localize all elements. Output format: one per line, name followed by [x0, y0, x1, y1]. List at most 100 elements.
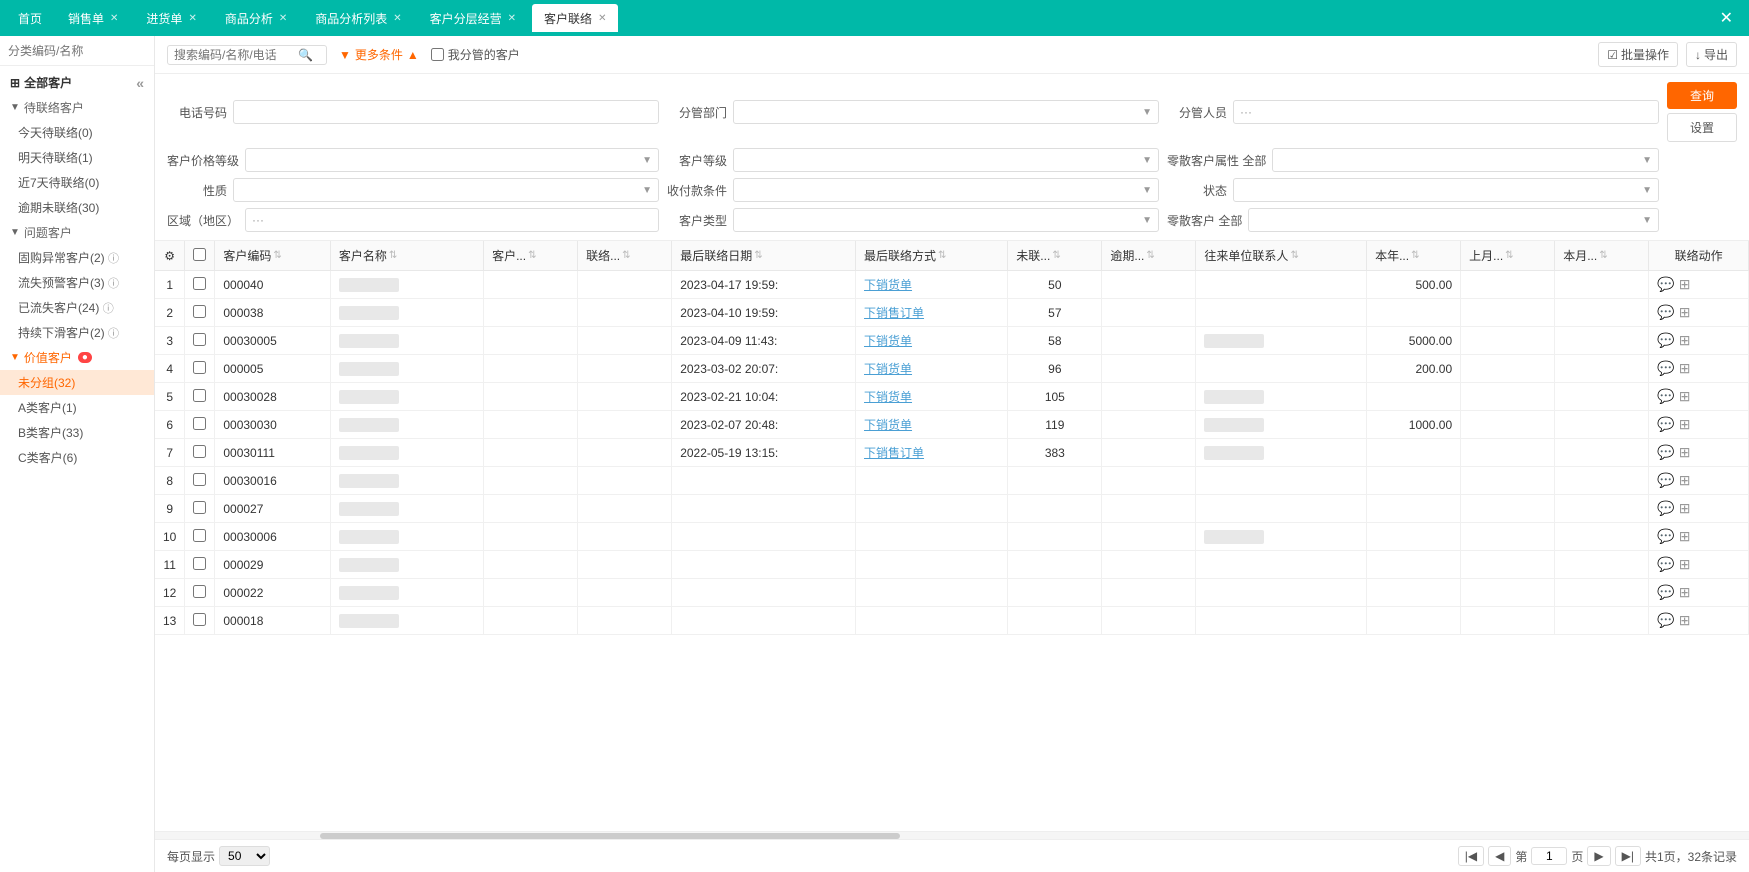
tab-product-analysis[interactable]: 商品分析 ✕ — [213, 4, 299, 32]
select-customer-type[interactable]: ▼ — [733, 208, 1159, 232]
sidebar-item-a-class[interactable]: A类客户(1) — [0, 395, 154, 420]
row-checkbox[interactable] — [185, 411, 215, 439]
row-checkbox[interactable] — [185, 467, 215, 495]
close-customer-segment-tab[interactable]: ✕ — [508, 13, 516, 24]
col-last-way[interactable]: 最后联络方式⇅ — [856, 241, 1008, 271]
close-product-analysis-list-tab[interactable]: ✕ — [393, 13, 401, 24]
col-contact[interactable]: 联络...⇅ — [578, 241, 672, 271]
sidebar-item-ungrouped[interactable]: 未分组(32) — [0, 370, 154, 395]
sidebar-item-7days[interactable]: 近7天待联络(0) — [0, 170, 154, 195]
scrollbar-thumb[interactable] — [320, 833, 900, 839]
all-customers-label[interactable]: 全部客户 — [24, 74, 72, 91]
tab-product-analysis-list[interactable]: 商品分析列表 ✕ — [303, 4, 413, 32]
tab-sales[interactable]: 销售单 ✕ — [56, 4, 130, 32]
select-retail-attr[interactable]: ▼ — [1272, 148, 1659, 172]
close-window-button[interactable]: ✕ — [1712, 8, 1741, 28]
sidebar-item-churned[interactable]: 已流失客户(24) ⓘ — [0, 295, 154, 320]
export-button[interactable]: ↓ 导出 — [1686, 42, 1737, 67]
row-checkbox[interactable] — [185, 495, 215, 523]
grid-action-icon[interactable]: ⊞ — [1679, 528, 1691, 545]
tab-customer-segment[interactable]: 客户分层经营 ✕ — [418, 4, 528, 32]
sidebar-item-declining[interactable]: 持续下滑客户(2) ⓘ — [0, 320, 154, 345]
grid-action-icon[interactable]: ⊞ — [1679, 304, 1691, 321]
sidebar-item-today[interactable]: 今天待联络(0) — [0, 120, 154, 145]
reset-button[interactable]: 设置 — [1667, 113, 1737, 142]
row-checkbox[interactable] — [185, 299, 215, 327]
message-icon[interactable]: 💬 — [1657, 612, 1674, 629]
row-checkbox[interactable] — [185, 607, 215, 635]
input-person[interactable]: ··· — [1233, 100, 1659, 124]
sidebar-section-pending[interactable]: ▼ 待联络客户 — [0, 95, 154, 120]
grid-action-icon[interactable]: ⊞ — [1679, 612, 1691, 629]
prev-page-button[interactable]: ◀ — [1488, 846, 1511, 866]
filter-search-input[interactable] — [174, 48, 294, 62]
input-region[interactable]: ··· — [245, 208, 659, 232]
message-icon[interactable]: 💬 — [1657, 500, 1674, 517]
sidebar-section-value[interactable]: ▼ 价值客户 ● — [0, 345, 154, 370]
query-button[interactable]: 查询 — [1667, 82, 1737, 109]
per-page-select[interactable]: 50 100 200 — [219, 846, 270, 866]
col-last-date[interactable]: 最后联络日期⇅ — [672, 241, 856, 271]
message-icon[interactable]: 💬 — [1657, 360, 1674, 377]
row-checkbox[interactable] — [185, 383, 215, 411]
col-name[interactable]: 客户名称⇅ — [330, 241, 483, 271]
col-type[interactable]: 客户...⇅ — [484, 241, 578, 271]
grid-action-icon[interactable]: ⊞ — [1679, 556, 1691, 573]
first-page-button[interactable]: |◀ — [1458, 846, 1484, 866]
grid-action-icon[interactable]: ⊞ — [1679, 444, 1691, 461]
my-customers-checkbox[interactable] — [431, 48, 444, 61]
filter-more-conditions[interactable]: ▼ 更多条件 ▲ — [339, 46, 419, 63]
message-icon[interactable]: 💬 — [1657, 528, 1674, 545]
select-price-level[interactable]: ▼ — [245, 148, 659, 172]
message-icon[interactable]: 💬 — [1657, 556, 1674, 573]
sidebar-item-tomorrow[interactable]: 明天待联络(1) — [0, 145, 154, 170]
row-checkbox[interactable] — [185, 551, 215, 579]
message-icon[interactable]: 💬 — [1657, 332, 1674, 349]
sidebar-search-input[interactable] — [8, 44, 155, 58]
col-this-month[interactable]: 本月...⇅ — [1555, 241, 1649, 271]
my-customers-filter[interactable]: 我分管的客户 — [431, 46, 520, 63]
select-dept[interactable]: ▼ — [733, 100, 1159, 124]
row-checkbox[interactable] — [185, 579, 215, 607]
close-product-analysis-tab[interactable]: ✕ — [279, 13, 287, 24]
message-icon[interactable]: 💬 — [1657, 388, 1674, 405]
message-icon[interactable]: 💬 — [1657, 416, 1674, 433]
settings-icon[interactable]: ⚙ — [164, 249, 175, 263]
grid-action-icon[interactable]: ⊞ — [1679, 388, 1691, 405]
col-last-month[interactable]: 上月...⇅ — [1461, 241, 1555, 271]
input-phone[interactable] — [233, 100, 659, 124]
sidebar-item-c-class[interactable]: C类客户(6) — [0, 445, 154, 470]
sidebar-item-churn-warning[interactable]: 流失预警客户(3) ⓘ — [0, 270, 154, 295]
sidebar-item-overdue[interactable]: 逾期未联络(30) — [0, 195, 154, 220]
nav-home[interactable]: 首页 — [8, 10, 52, 27]
row-checkbox[interactable] — [185, 327, 215, 355]
tab-customer-contact[interactable]: 客户联络 ✕ — [532, 4, 618, 32]
message-icon[interactable]: 💬 — [1657, 304, 1674, 321]
tab-purchase[interactable]: 进货单 ✕ — [134, 4, 208, 32]
sidebar-item-b-class[interactable]: B类客户(33) — [0, 420, 154, 445]
sidebar-item-abnormal[interactable]: 固购异常客户(2) ⓘ — [0, 245, 154, 270]
batch-ops-button[interactable]: ☑ 批量操作 — [1598, 42, 1678, 67]
message-icon[interactable]: 💬 — [1657, 584, 1674, 601]
row-checkbox[interactable] — [185, 439, 215, 467]
select-payment[interactable]: ▼ — [733, 178, 1159, 202]
grid-action-icon[interactable]: ⊞ — [1679, 416, 1691, 433]
select-retail[interactable]: ▼ — [1248, 208, 1659, 232]
grid-action-icon[interactable]: ⊞ — [1679, 332, 1691, 349]
filter-search-box[interactable]: 🔍 — [167, 45, 327, 65]
select-customer-level[interactable]: ▼ — [733, 148, 1159, 172]
row-checkbox[interactable] — [185, 271, 215, 299]
close-purchase-tab[interactable]: ✕ — [188, 13, 196, 24]
grid-action-icon[interactable]: ⊞ — [1679, 500, 1691, 517]
page-number-input[interactable] — [1531, 847, 1567, 865]
last-page-button[interactable]: ▶| — [1615, 846, 1641, 866]
select-status[interactable]: ▼ — [1233, 178, 1659, 202]
grid-action-icon[interactable]: ⊞ — [1679, 360, 1691, 377]
select-nature[interactable]: ▼ — [233, 178, 659, 202]
col-settings[interactable]: ⚙ — [155, 241, 185, 271]
horizontal-scrollbar[interactable] — [155, 831, 1749, 839]
col-code[interactable]: 客户编码⇅ — [215, 241, 331, 271]
row-checkbox[interactable] — [185, 523, 215, 551]
close-sales-tab[interactable]: ✕ — [110, 13, 118, 24]
col-overdue[interactable]: 逾期...⇅ — [1102, 241, 1196, 271]
